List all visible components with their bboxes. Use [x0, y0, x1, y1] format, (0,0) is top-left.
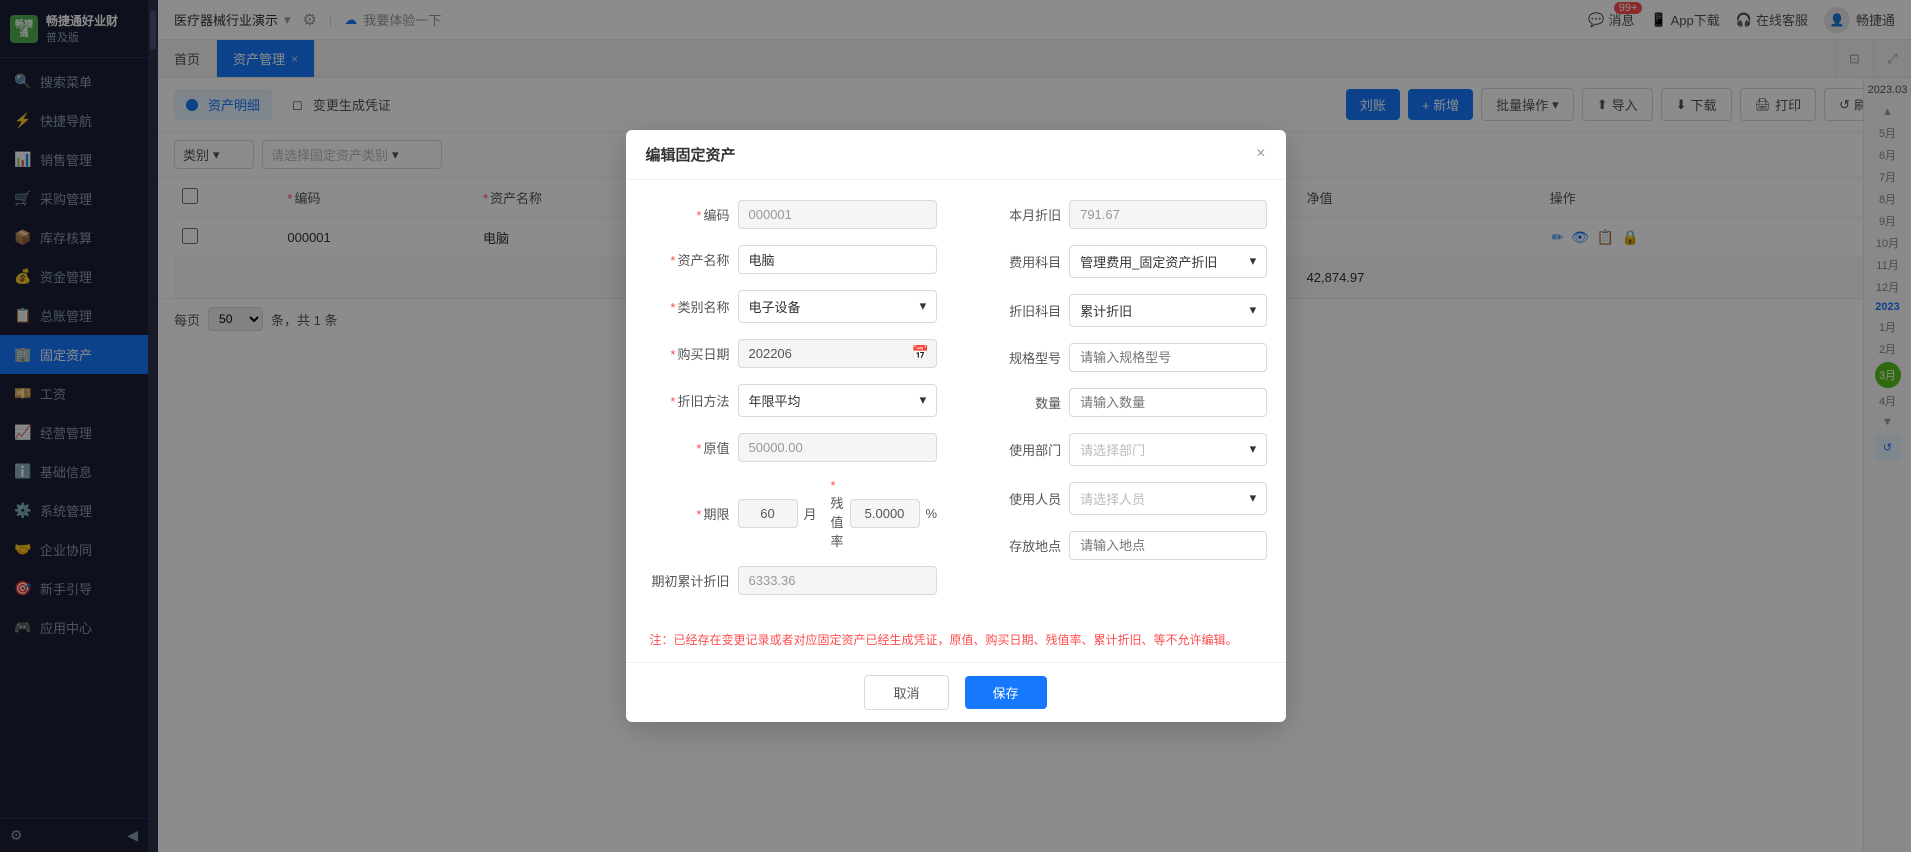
residual-container: % [850, 499, 938, 528]
form-row-quantity: 数量 [981, 388, 1267, 417]
form-left-col: *编码 *资产名称 *类别名称 [650, 200, 958, 611]
quantity-label: 数量 [981, 393, 1061, 412]
residual-rate-unit: % [926, 506, 938, 521]
department-arrow: ▾ [1250, 441, 1257, 457]
modal-header: 编辑固定资产 × [626, 130, 1286, 180]
department-label: 使用部门 [981, 440, 1061, 459]
category-select-value: 电子设备 [749, 297, 801, 316]
purchase-date-label: *购买日期 [650, 344, 730, 363]
form-row-asset-name: *资产名称 [650, 245, 938, 274]
save-button[interactable]: 保存 [965, 676, 1047, 709]
code-input[interactable] [738, 200, 938, 229]
form-row-dep-method: *折旧方法 年限平均 ▾ [650, 384, 938, 417]
edit-asset-modal: 编辑固定资产 × *编码 *资产名称 [626, 130, 1286, 722]
spec-input[interactable] [1069, 343, 1267, 372]
dep-subject-value: 累计折旧 [1080, 301, 1132, 320]
this-month-dep-label: 本月折旧 [981, 205, 1061, 224]
residual-rate-input[interactable] [850, 499, 920, 528]
form-row-spec: 规格型号 [981, 343, 1267, 372]
expense-subject-label: 费用科目 [981, 252, 1061, 271]
modal-overlay: 编辑固定资产 × *编码 *资产名称 [0, 0, 1911, 852]
this-month-dep-input [1069, 200, 1267, 229]
form-row-original-value: *原值 [650, 433, 938, 462]
modal-note: 注：已经存在变更记录或者对应固定资产已经生成凭证，原值、购买日期、残值率、累计折… [626, 631, 1286, 662]
form-row-department: 使用部门 请选择部门 ▾ [981, 433, 1267, 466]
dep-subject-arrow: ▾ [1250, 302, 1257, 318]
user-arrow: ▾ [1250, 490, 1257, 506]
form-row-purchase-date: *购买日期 📅 [650, 339, 938, 368]
purchase-date-input[interactable] [738, 339, 938, 368]
user-label: 使用人员 [981, 489, 1061, 508]
asset-name-input[interactable] [738, 245, 938, 274]
dep-method-select[interactable]: 年限平均 ▾ [738, 384, 938, 417]
dep-method-label: *折旧方法 [650, 391, 730, 410]
quantity-input[interactable] [1069, 388, 1267, 417]
dep-method-arrow: ▾ [920, 392, 927, 408]
form-row-user: 使用人员 请选择人员 ▾ [981, 482, 1267, 515]
expense-subject-arrow: ▾ [1250, 253, 1257, 269]
expense-subject-select[interactable]: 管理费用_固定资产折旧 ▾ [1069, 245, 1267, 278]
storage-input[interactable] [1069, 531, 1267, 560]
form-row-code: *编码 [650, 200, 938, 229]
dep-subject-select[interactable]: 累计折旧 ▾ [1069, 294, 1267, 327]
modal-form: *编码 *资产名称 *类别名称 [650, 200, 1262, 611]
form-row-storage: 存放地点 [981, 531, 1267, 560]
code-label: *编码 [650, 205, 730, 224]
initial-dep-input[interactable] [738, 566, 938, 595]
dep-subject-label: 折旧科目 [981, 301, 1061, 320]
initial-dep-label: 期初累计折旧 [650, 571, 730, 590]
modal-title: 编辑固定资产 [646, 144, 736, 165]
form-row-period: *期限 月 *残值率 % [650, 478, 938, 550]
purchase-date-wrapper: 📅 [738, 339, 938, 368]
category-label: *类别名称 [650, 297, 730, 316]
storage-label: 存放地点 [981, 536, 1061, 555]
residual-rate-label: *残值率 [831, 478, 844, 550]
category-select-arrow: ▾ [920, 298, 927, 314]
department-select[interactable]: 请选择部门 ▾ [1069, 433, 1267, 466]
form-row-initial-dep: 期初累计折旧 [650, 566, 938, 595]
form-right-col: 本月折旧 费用科目 管理费用_固定资产折旧 ▾ [957, 200, 1267, 611]
spec-label: 规格型号 [981, 348, 1061, 367]
period-unit: 月 [804, 504, 817, 523]
modal-close-button[interactable]: × [1256, 145, 1265, 163]
cancel-button[interactable]: 取消 [864, 675, 948, 710]
period-label: *期限 [650, 504, 730, 523]
form-row-category: *类别名称 电子设备 ▾ [650, 290, 938, 323]
period-input[interactable] [738, 499, 798, 528]
form-row-this-month-dep: 本月折旧 [981, 200, 1267, 229]
user-placeholder: 请选择人员 [1080, 489, 1145, 508]
expense-subject-value: 管理费用_固定资产折旧 [1080, 252, 1217, 271]
calendar-icon: 📅 [912, 345, 929, 362]
original-value-input[interactable] [738, 433, 938, 462]
modal-body: *编码 *资产名称 *类别名称 [626, 180, 1286, 631]
modal-footer: 取消 保存 [626, 662, 1286, 722]
asset-name-label: *资产名称 [650, 250, 730, 269]
period-container: 月 *残值率 % [738, 478, 938, 550]
user-select[interactable]: 请选择人员 ▾ [1069, 482, 1267, 515]
original-value-label: *原值 [650, 438, 730, 457]
category-select[interactable]: 电子设备 ▾ [738, 290, 938, 323]
department-placeholder: 请选择部门 [1080, 440, 1145, 459]
form-row-dep-subject: 折旧科目 累计折旧 ▾ [981, 294, 1267, 327]
dep-method-value: 年限平均 [749, 391, 801, 410]
form-row-expense-subject: 费用科目 管理费用_固定资产折旧 ▾ [981, 245, 1267, 278]
